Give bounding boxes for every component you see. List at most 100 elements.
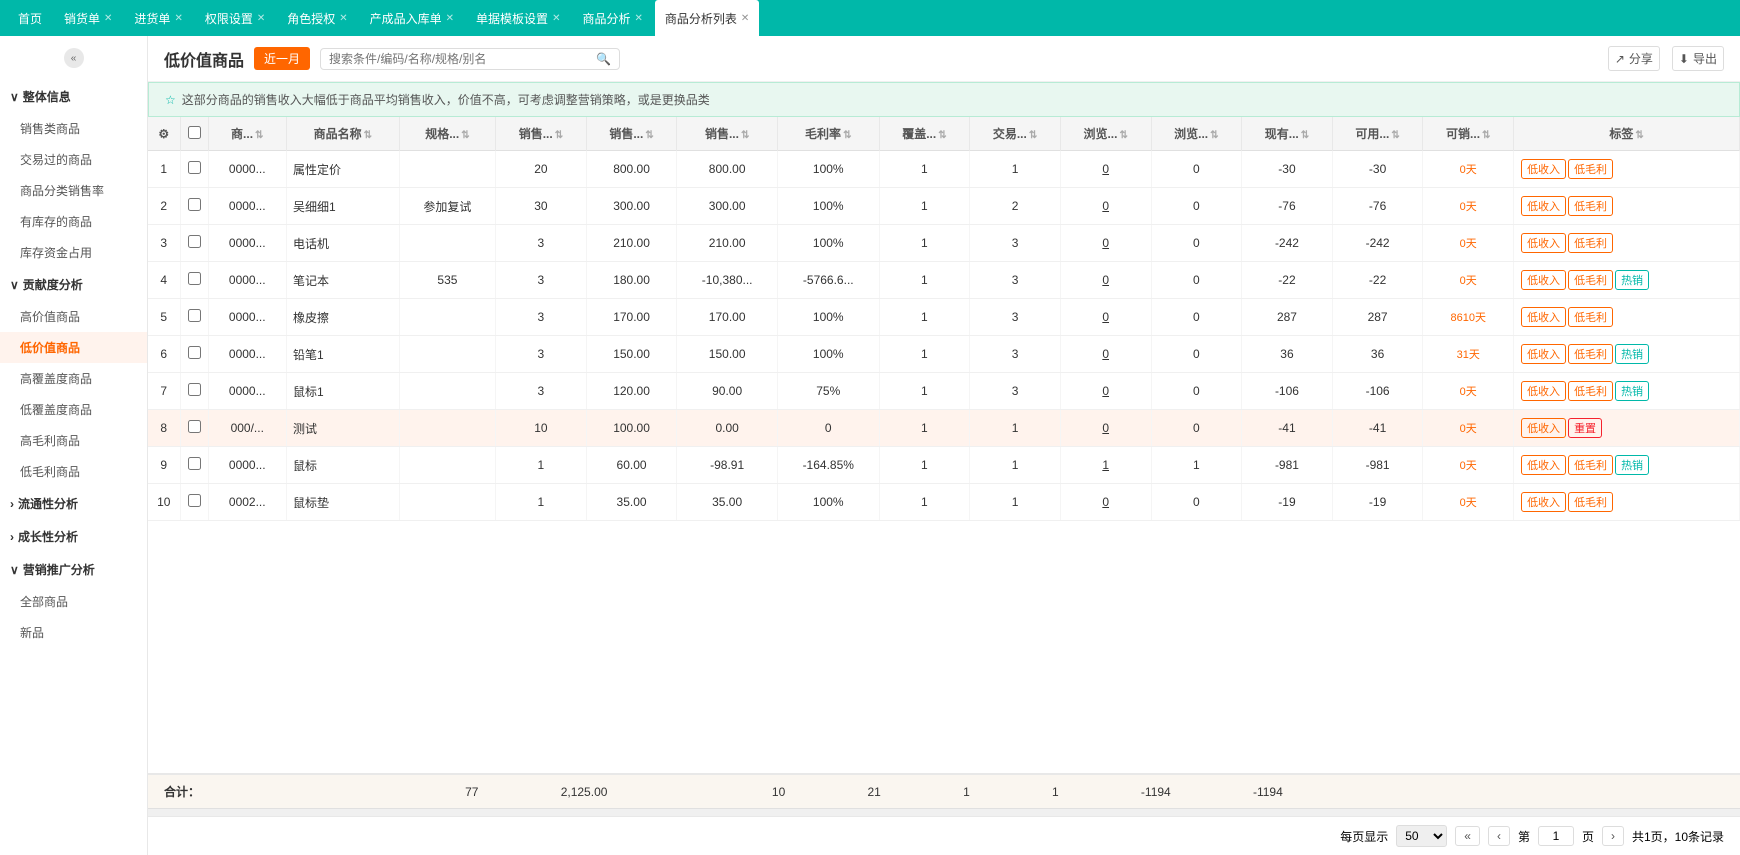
row-trade: 3 xyxy=(970,299,1061,336)
th-gross[interactable]: 毛利率⇅ xyxy=(777,117,879,151)
select-all-checkbox[interactable] xyxy=(188,126,201,139)
row-name[interactable]: 笔记本 xyxy=(286,262,399,299)
nav-role-auth[interactable]: 角色授权 ✕ xyxy=(277,0,357,36)
sidebar-collapse-btn[interactable]: « xyxy=(64,48,84,68)
export-button[interactable]: ⬇ 导出 xyxy=(1672,46,1724,71)
nav-role-close[interactable]: ✕ xyxy=(339,13,347,24)
nav-analysis-list-close[interactable]: ✕ xyxy=(741,13,749,24)
nav-sales-order[interactable]: 销货单 ✕ xyxy=(54,0,122,36)
sidebar-item-traded-goods[interactable]: 交易过的商品 xyxy=(0,144,147,175)
row-name[interactable]: 属性定价 xyxy=(286,151,399,188)
nav-analysis-close[interactable]: ✕ xyxy=(634,13,642,24)
nav-home-label: 首页 xyxy=(18,10,42,27)
sidebar-item-stock-goods[interactable]: 有库存的商品 xyxy=(0,206,147,237)
row-sales2: 180.00 xyxy=(586,262,677,299)
row-browse1: 0 xyxy=(1060,299,1151,336)
th-stock3[interactable]: 可销...⇅ xyxy=(1423,117,1514,151)
th-settings[interactable]: ⚙ xyxy=(148,117,180,151)
nav-product-analysis-list[interactable]: 商品分析列表 ✕ xyxy=(655,0,759,36)
sidebar-item-low-value[interactable]: 低价值商品 xyxy=(0,332,147,363)
th-browse1[interactable]: 浏览...⇅ xyxy=(1060,117,1151,151)
row-name[interactable]: 鼠标 xyxy=(286,447,399,484)
nav-permission-close[interactable]: ✕ xyxy=(257,13,265,24)
page-size-select[interactable]: 50 100 200 xyxy=(1396,825,1447,847)
sidebar-item-all-goods[interactable]: 全部商品 xyxy=(0,586,147,617)
footer-stock2: -1194 xyxy=(1253,785,1283,799)
nav-permission-settings[interactable]: 权限设置 ✕ xyxy=(195,0,275,36)
th-stock1[interactable]: 现有...⇅ xyxy=(1242,117,1333,151)
time-filter-button[interactable]: 近一月 xyxy=(254,47,310,70)
row-coverage: 1 xyxy=(879,447,970,484)
th-sales1[interactable]: 销售...⇅ xyxy=(496,117,587,151)
sidebar-item-high-value[interactable]: 高价值商品 xyxy=(0,301,147,332)
nav-purchase-close[interactable]: ✕ xyxy=(174,13,182,24)
row-checkbox[interactable] xyxy=(188,198,201,211)
share-button[interactable]: ↗ 分享 xyxy=(1608,46,1660,71)
row-sales3: -10,380... xyxy=(677,262,778,299)
row-checkbox[interactable] xyxy=(188,494,201,507)
nav-product-analysis[interactable]: 商品分析 ✕ xyxy=(572,0,652,36)
nav-home[interactable]: 首页 xyxy=(8,0,52,36)
prev-page-button[interactable]: ‹ xyxy=(1488,826,1510,846)
th-name[interactable]: 商品名称⇅ xyxy=(286,117,399,151)
row-code: 0002... xyxy=(208,484,286,521)
row-spec xyxy=(399,336,495,373)
nav-template-close[interactable]: ✕ xyxy=(552,13,560,24)
search-icon[interactable]: 🔍 xyxy=(596,52,611,66)
row-checkbox[interactable] xyxy=(188,346,201,359)
row-name[interactable]: 鼠标垫 xyxy=(286,484,399,521)
row-name[interactable]: 电话机 xyxy=(286,225,399,262)
row-spec xyxy=(399,373,495,410)
next-page-button[interactable]: › xyxy=(1602,826,1624,846)
th-spec[interactable]: 规格...⇅ xyxy=(399,117,495,151)
th-tags[interactable]: 标签⇅ xyxy=(1514,117,1740,151)
sidebar-item-low-coverage[interactable]: 低覆盖度商品 xyxy=(0,394,147,425)
nav-product-close[interactable]: ✕ xyxy=(446,13,454,24)
row-tags: 低收入低毛利热销 xyxy=(1514,262,1740,299)
row-checkbox[interactable] xyxy=(188,161,201,174)
sidebar-group-growth[interactable]: › 成长性分析 xyxy=(0,520,147,553)
th-browse2[interactable]: 浏览...⇅ xyxy=(1151,117,1242,151)
row-name[interactable]: 测试 xyxy=(286,410,399,447)
nav-purchase-order[interactable]: 进货单 ✕ xyxy=(124,0,192,36)
first-page-button[interactable]: « xyxy=(1455,826,1480,846)
sidebar-group-contribution[interactable]: ∨ 贡献度分析 xyxy=(0,268,147,301)
sidebar-item-high-coverage[interactable]: 高覆盖度商品 xyxy=(0,363,147,394)
sidebar-item-low-margin[interactable]: 低毛利商品 xyxy=(0,456,147,487)
nav-sales-close[interactable]: ✕ xyxy=(104,13,112,24)
row-sales2: 150.00 xyxy=(586,336,677,373)
sidebar-item-high-margin[interactable]: 高毛利商品 xyxy=(0,425,147,456)
row-name[interactable]: 鼠标1 xyxy=(286,373,399,410)
row-checkbox[interactable] xyxy=(188,383,201,396)
search-input[interactable] xyxy=(329,52,590,66)
th-sales3[interactable]: 销售...⇅ xyxy=(677,117,778,151)
page-number-input[interactable] xyxy=(1538,826,1574,846)
row-name[interactable]: 铅笔1 xyxy=(286,336,399,373)
sidebar-item-stock-capital[interactable]: 库存资金占用 xyxy=(0,237,147,268)
th-stock2[interactable]: 可用...⇅ xyxy=(1332,117,1423,151)
th-sales2[interactable]: 销售...⇅ xyxy=(586,117,677,151)
row-coverage: 1 xyxy=(879,262,970,299)
sidebar-group-marketing[interactable]: ∨ 营销推广分析 xyxy=(0,553,147,586)
th-trade[interactable]: 交易...⇅ xyxy=(970,117,1061,151)
nav-product-inbound[interactable]: 产成品入库单 ✕ xyxy=(360,0,464,36)
row-checkbox[interactable] xyxy=(188,420,201,433)
row-checkbox[interactable] xyxy=(188,457,201,470)
row-sales1: 20 xyxy=(496,151,587,188)
th-code[interactable]: 商...⇅ xyxy=(208,117,286,151)
sidebar-group-circulation[interactable]: › 流通性分析 xyxy=(0,487,147,520)
row-checkbox[interactable] xyxy=(188,272,201,285)
row-name[interactable]: 橡皮擦 xyxy=(286,299,399,336)
sidebar-group-marketing-arrow: ∨ xyxy=(10,563,19,577)
sidebar-item-category-rate[interactable]: 商品分类销售率 xyxy=(0,175,147,206)
row-name[interactable]: 吴细细1 xyxy=(286,188,399,225)
th-coverage[interactable]: 覆盖...⇅ xyxy=(879,117,970,151)
sidebar-item-sales-goods[interactable]: 销售类商品 xyxy=(0,113,147,144)
sidebar-item-new-goods[interactable]: 新品 xyxy=(0,617,147,648)
th-checkbox[interactable] xyxy=(180,117,208,151)
sidebar-group-overall[interactable]: ∨ 整体信息 xyxy=(0,80,147,113)
row-checkbox[interactable] xyxy=(188,309,201,322)
row-checkbox[interactable] xyxy=(188,235,201,248)
horizontal-scrollbar[interactable] xyxy=(148,808,1740,816)
nav-template-settings[interactable]: 单据模板设置 ✕ xyxy=(466,0,570,36)
